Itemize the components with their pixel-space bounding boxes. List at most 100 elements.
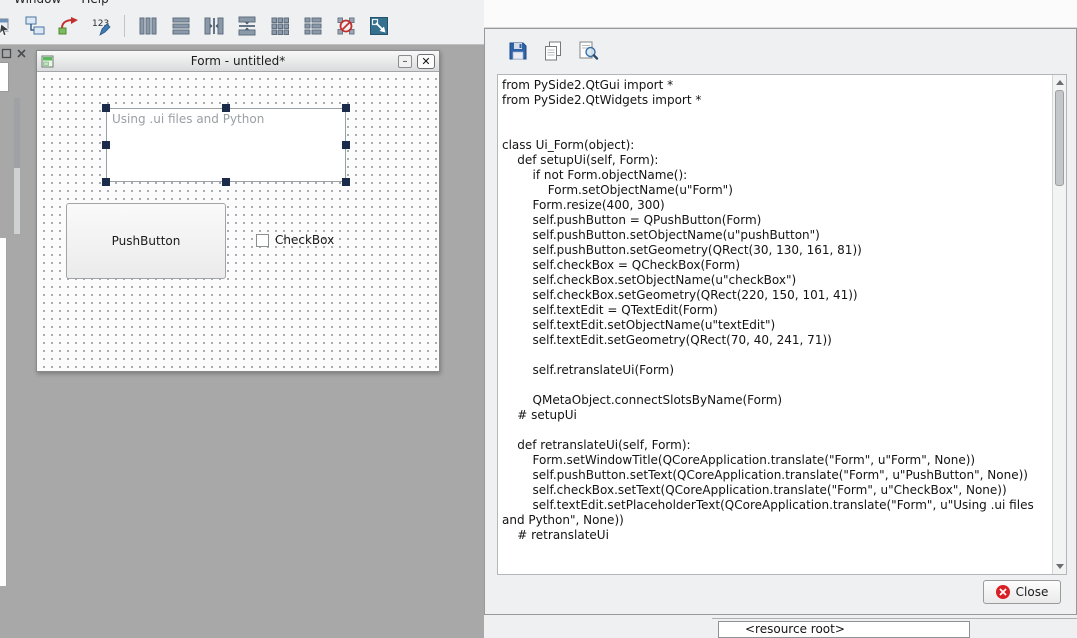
- code-line: self.textEdit.setPlaceholderText(QCoreAp…: [502, 498, 1049, 513]
- edit-buddies-button[interactable]: [21, 12, 49, 40]
- selection-handle-top-right[interactable]: [342, 104, 350, 112]
- find-icon: [576, 39, 600, 63]
- code-line: and Python", None)): [502, 513, 1049, 528]
- code-line: from PySide2.QtWidgets import *: [502, 93, 1049, 108]
- selection-handle-bottom-right[interactable]: [342, 178, 350, 186]
- menubar: Window Help: [0, 0, 486, 7]
- code-line: [502, 348, 1049, 363]
- code-line: self.checkBox.setObjectName(u"checkBox"): [502, 273, 1049, 288]
- save-button[interactable]: [505, 38, 531, 64]
- layout-grid-icon: [269, 15, 291, 37]
- code-line: Form.resize(400, 300): [502, 198, 1049, 213]
- adjust-size-button[interactable]: [365, 12, 393, 40]
- menu-window[interactable]: Window: [14, 0, 61, 6]
- scrollbar-handle[interactable]: [1055, 90, 1064, 186]
- close-dialog-button[interactable]: Close: [983, 580, 1061, 604]
- save-icon: [506, 39, 530, 63]
- edit-signals-slots-icon: [57, 15, 79, 37]
- scroll-down-arrow-icon[interactable]: [1056, 564, 1064, 569]
- code-line: [502, 378, 1049, 393]
- edit-tab-order-icon: 123: [90, 15, 112, 37]
- close-window-button[interactable]: ✕: [417, 54, 435, 69]
- code-line: [502, 123, 1049, 138]
- menu-help[interactable]: Help: [81, 0, 108, 6]
- dock-close-icon[interactable]: [16, 48, 27, 59]
- code-line: self.checkBox = QCheckBox(Form): [502, 258, 1049, 273]
- selection-handle-top-center[interactable]: [222, 104, 230, 112]
- code-line: [502, 108, 1049, 123]
- code-line: def retranslateUi(self, Form):: [502, 438, 1049, 453]
- code-line: def setupUi(self, Form):: [502, 153, 1049, 168]
- code-line: self.textEdit.setGeometry(QRect(70, 40, …: [502, 333, 1049, 348]
- minimize-button[interactable]: –: [398, 55, 412, 68]
- code-line: self.checkBox.setText(QCoreApplication.t…: [502, 483, 1049, 498]
- generated-python-code: from PySide2.QtGui import *from PySide2.…: [502, 78, 1049, 543]
- dock-float-icon[interactable]: [1, 48, 12, 59]
- close-red-icon: [996, 585, 1010, 599]
- code-line: self.textEdit = QTextEdit(Form): [502, 303, 1049, 318]
- close-button-label: Close: [1016, 585, 1049, 599]
- code-line: if not Form.objectName():: [502, 168, 1049, 183]
- code-text-area[interactable]: from PySide2.QtGui import *from PySide2.…: [497, 74, 1067, 575]
- selection-handle-bottom-center[interactable]: [222, 178, 230, 186]
- form-designer-window: Form - untitled* – ✕ Using .ui files and…: [36, 50, 440, 372]
- edit-widgets-button[interactable]: [0, 12, 16, 40]
- dock-titlebar-buttons: [1, 48, 27, 59]
- code-preview-dialog: from PySide2.QtGui import *from PySide2.…: [484, 28, 1077, 615]
- edit-widgets-icon: [0, 15, 13, 37]
- code-line: Form.setObjectName(u"Form"): [502, 183, 1049, 198]
- layout-horizontal-splitter-icon: [203, 15, 225, 37]
- resource-panel-edge: [712, 618, 1077, 619]
- mdi-area: Form - untitled* – ✕ Using .ui files and…: [0, 45, 486, 638]
- app-top-strip: Window Help: [0, 0, 486, 45]
- selection-handle-middle-right[interactable]: [342, 141, 350, 149]
- form-titlebar[interactable]: Form - untitled* – ✕: [37, 51, 439, 72]
- break-layout-button[interactable]: [332, 12, 360, 40]
- code-line: self.retranslateUi(Form): [502, 363, 1049, 378]
- checkbox-label: CheckBox: [275, 233, 334, 247]
- code-vertical-scrollbar[interactable]: [1052, 75, 1066, 574]
- layout-vertical-button[interactable]: [167, 12, 195, 40]
- code-line: # retranslateUi: [502, 528, 1049, 543]
- code-line: from PySide2.QtGui import *: [502, 78, 1049, 93]
- code-line: QMetaObject.connectSlotsByName(Form): [502, 393, 1049, 408]
- dock-scrollbar[interactable]: [13, 97, 21, 235]
- layout-horizontal-splitter-button[interactable]: [200, 12, 228, 40]
- adjust-size-icon: [368, 15, 390, 37]
- layout-horizontal-icon: [137, 15, 159, 37]
- layout-horizontal-button[interactable]: [134, 12, 162, 40]
- edit-signals-slots-button[interactable]: [54, 12, 82, 40]
- resource-root-item[interactable]: <resource root>: [745, 622, 845, 636]
- form-canvas[interactable]: Using .ui files and Python PushButton Ch…: [37, 72, 439, 371]
- code-line: self.textEdit.setObjectName(u"textEdit"): [502, 318, 1049, 333]
- checkbox-box[interactable]: [256, 234, 269, 247]
- code-line: self.checkBox.setGeometry(QRect(220, 150…: [502, 288, 1049, 303]
- toolbar-separator: [124, 15, 125, 37]
- dialog-toolbar: [505, 38, 601, 64]
- copy-button[interactable]: [540, 38, 566, 64]
- edit-tab-order-button[interactable]: 123: [87, 12, 115, 40]
- selection-handle-top-left[interactable]: [102, 104, 110, 112]
- form-window-title: Form - untitled*: [37, 54, 439, 68]
- find-button[interactable]: [575, 38, 601, 64]
- checkbox-widget[interactable]: CheckBox: [256, 233, 334, 247]
- layout-grid-button[interactable]: [266, 12, 294, 40]
- resource-tree[interactable]: <resource root>: [718, 621, 970, 638]
- layout-form-button[interactable]: [299, 12, 327, 40]
- selection-handle-middle-left[interactable]: [102, 141, 110, 149]
- code-line: [502, 423, 1049, 438]
- layout-vertical-splitter-icon: [236, 15, 258, 37]
- dock-scrollbar-handle[interactable]: [14, 98, 20, 168]
- pushbutton-widget[interactable]: PushButton: [66, 203, 226, 279]
- scroll-up-arrow-icon[interactable]: [1056, 80, 1064, 85]
- screen: Window Help: [0, 0, 1077, 638]
- textedit-widget[interactable]: Using .ui files and Python: [106, 108, 346, 182]
- code-line: Form.setWindowTitle(QCoreApplication.tra…: [502, 453, 1049, 468]
- selection-handle-bottom-left[interactable]: [102, 178, 110, 186]
- break-layout-icon: [335, 15, 357, 37]
- background-window-strip: [484, 0, 1077, 28]
- dock-panel-fragment-lower: [0, 238, 7, 586]
- code-line: # setupUi: [502, 408, 1049, 423]
- layout-vertical-splitter-button[interactable]: [233, 12, 261, 40]
- copy-icon: [541, 39, 565, 63]
